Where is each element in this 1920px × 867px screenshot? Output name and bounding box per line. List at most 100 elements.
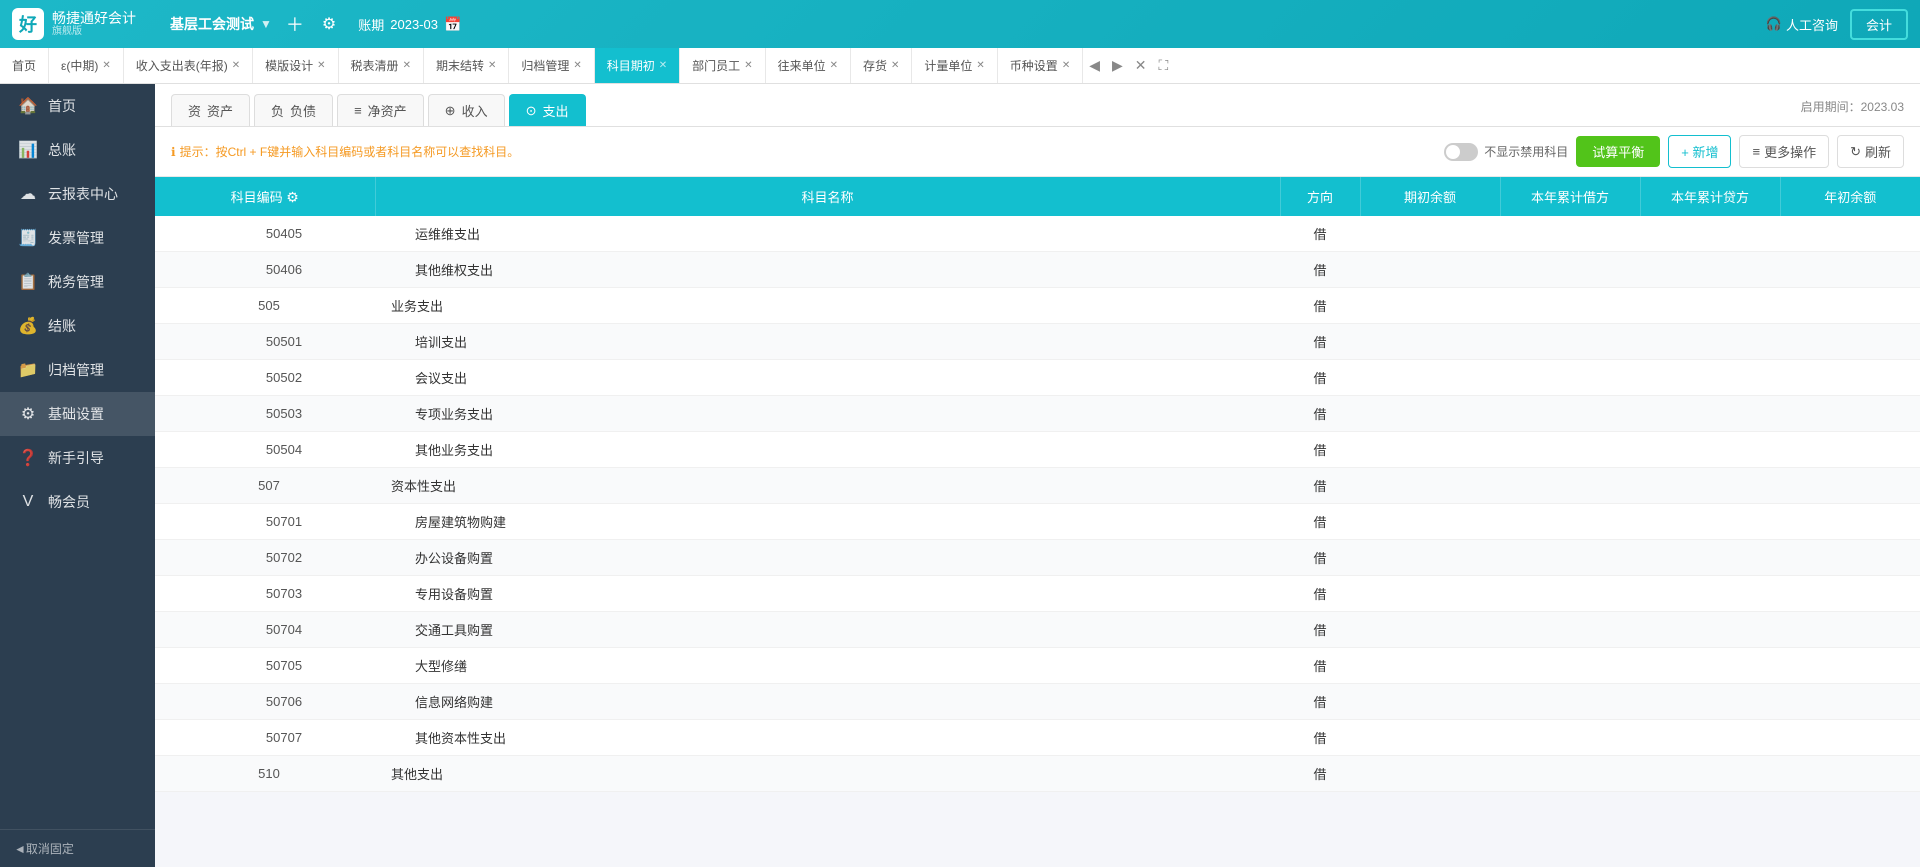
close-icon[interactable]: ✕ (830, 60, 838, 71)
table-row[interactable]: 50702办公设备购置借 (155, 540, 1920, 576)
close-icon[interactable]: ✕ (976, 60, 984, 71)
toggle-track[interactable] (1444, 143, 1478, 161)
more-operations-button[interactable]: ≡ 更多操作 (1739, 135, 1829, 168)
sub-tab-bar: 资 资产 负 负债 ≡ 净资产 ⊕ 收入 ⊙ 支出 启用期间：2023.03 (155, 84, 1920, 127)
close-icon[interactable]: ✕ (744, 60, 752, 71)
sidebar-item-basic-settings[interactable]: ⚙ 基础设置 (0, 392, 155, 436)
tab-period-end-transfer[interactable]: 期末结转 ✕ (424, 48, 509, 83)
add-button[interactable]: + 新增 (1668, 135, 1731, 168)
close-icon[interactable]: ✕ (1062, 60, 1070, 71)
header-year-opening-balance: 年初余额 (1780, 177, 1920, 216)
period-display: 启用期间：2023.03 (1801, 98, 1904, 123)
tab-inventory[interactable]: 存货 ✕ (851, 48, 912, 83)
tab-home[interactable]: 首页 (0, 48, 49, 83)
cell-year-opening-balance (1780, 540, 1920, 576)
calendar-icon[interactable]: 📅 (444, 16, 461, 33)
customer-service-button[interactable]: 🎧 人工咨询 (1766, 15, 1838, 34)
sidebar-item-tax-management[interactable]: 📋 税务管理 (0, 260, 155, 304)
table-row[interactable]: 50706信息网络购建借 (155, 684, 1920, 720)
sub-tab-income[interactable]: ⊕ 收入 (428, 94, 505, 126)
close-icon[interactable]: ✕ (317, 60, 325, 71)
sidebar-item-archive[interactable]: 📁 归档管理 (0, 348, 155, 392)
table-row[interactable]: 50705大型修缮借 (155, 648, 1920, 684)
company-dropdown-icon[interactable]: ▼ (260, 17, 272, 31)
cell-year-opening-balance (1780, 360, 1920, 396)
tab-business-partners[interactable]: 往来单位 ✕ (766, 48, 851, 83)
table-row[interactable]: 50406其他维权支出借 (155, 252, 1920, 288)
cell-opening-balance (1360, 504, 1500, 540)
table-row[interactable]: 50405运维维支出借 (155, 216, 1920, 252)
cell-ytd-debit (1500, 468, 1640, 504)
tab-expand[interactable]: ⛶ (1153, 48, 1175, 83)
cell-direction: 借 (1280, 504, 1360, 540)
tab-midterm[interactable]: ε(中期) ✕ (49, 48, 124, 83)
close-icon[interactable]: ✕ (102, 60, 110, 71)
sidebar-toggle-pin[interactable]: ◄取消固定 (0, 829, 155, 867)
sidebar-item-member[interactable]: V 畅会员 (0, 480, 155, 524)
cell-name: 专用设备购置 (375, 576, 1280, 612)
table-row[interactable]: 507资本性支出借 (155, 468, 1920, 504)
cell-code: 505 (155, 288, 375, 324)
table-container[interactable]: 科目编码 ⚙ 科目名称 方向 期初余额 本年累计借方 本年累计贷方 年初余额 5… (155, 177, 1920, 867)
tab-archive-management[interactable]: 归档管理 ✕ (509, 48, 594, 83)
tab-unit-of-measure[interactable]: 计量单位 ✕ (912, 48, 997, 83)
sub-tab-expenditure[interactable]: ⊙ 支出 (509, 94, 586, 126)
close-icon[interactable]: ✕ (232, 60, 240, 71)
cell-ytd-credit (1640, 288, 1780, 324)
tab-subject-opening[interactable]: 科目期初 ✕ (595, 48, 680, 83)
sub-tab-assets[interactable]: 资 资产 (171, 94, 250, 126)
table-row[interactable]: 50501培训支出借 (155, 324, 1920, 360)
tab-currency-settings[interactable]: 币种设置 ✕ (998, 48, 1083, 83)
tab-tax-register[interactable]: 税表清册 ✕ (339, 48, 424, 83)
close-icon[interactable]: ✕ (573, 60, 581, 71)
table-row[interactable]: 50704交通工具购置借 (155, 612, 1920, 648)
sub-tab-liabilities[interactable]: 负 负债 (254, 94, 333, 126)
table-row[interactable]: 50707其他资本性支出借 (155, 720, 1920, 756)
table-row[interactable]: 50502会议支出借 (155, 360, 1920, 396)
tab-label: 币种设置 (1010, 57, 1058, 74)
cell-year-opening-balance (1780, 432, 1920, 468)
balance-button[interactable]: 试算平衡 (1576, 136, 1660, 167)
refresh-button[interactable]: ↻ 刷新 (1837, 135, 1904, 168)
table-row[interactable]: 50504其他业务支出借 (155, 432, 1920, 468)
sidebar-item-general-ledger[interactable]: 📊 总账 (0, 128, 155, 172)
cell-name: 其他资本性支出 (375, 720, 1280, 756)
cell-year-opening-balance (1780, 288, 1920, 324)
tab-nav-right[interactable]: ▶ (1106, 48, 1129, 83)
sub-tab-net-assets[interactable]: ≡ 净资产 (337, 94, 424, 126)
cell-ytd-debit (1500, 612, 1640, 648)
settings-icon[interactable]: ⚙ (318, 14, 340, 34)
add-company-button[interactable]: ＋ (282, 11, 308, 37)
cell-opening-balance (1360, 576, 1500, 612)
cell-direction: 借 (1280, 432, 1360, 468)
tab-nav-left[interactable]: ◀ (1083, 48, 1106, 83)
company-name[interactable]: 基层工会测试 ▼ (170, 14, 272, 34)
sidebar-item-home[interactable]: 🏠 首页 (0, 84, 155, 128)
table-row[interactable]: 50503专项业务支出借 (155, 396, 1920, 432)
tab-department-staff[interactable]: 部门员工 ✕ (680, 48, 765, 83)
table-row[interactable]: 510其他支出借 (155, 756, 1920, 792)
close-icon[interactable]: ✕ (659, 60, 667, 71)
income-icon: ⊕ (445, 103, 456, 119)
refresh-icon: ↻ (1850, 144, 1861, 160)
tab-template-design[interactable]: 模版设计 ✕ (253, 48, 338, 83)
table-row[interactable]: 505业务支出借 (155, 288, 1920, 324)
tab-close-all[interactable]: ✕ (1129, 48, 1153, 83)
info-icon: ℹ (171, 145, 176, 159)
cell-name: 房屋建筑物购建 (375, 504, 1280, 540)
close-icon[interactable]: ✕ (488, 60, 496, 71)
tab-label: 部门员工 (692, 57, 740, 74)
account-button[interactable]: 会计 (1850, 9, 1908, 40)
sidebar-item-settlement[interactable]: 💰 结账 (0, 304, 155, 348)
close-icon[interactable]: ✕ (403, 60, 411, 71)
column-settings-icon[interactable]: ⚙ (286, 189, 299, 205)
tab-annual-report[interactable]: 收入支出表(年报) ✕ (124, 48, 253, 83)
sidebar-item-invoice-management[interactable]: 🧾 发票管理 (0, 216, 155, 260)
disable-toggle[interactable]: 不显示禁用科目 (1444, 143, 1568, 161)
table-row[interactable]: 50703专用设备购置借 (155, 576, 1920, 612)
sidebar-item-newbie-guide[interactable]: ❓ 新手引导 (0, 436, 155, 480)
sidebar-item-cloud-reports[interactable]: ☁ 云报表中心 (0, 172, 155, 216)
close-icon[interactable]: ✕ (891, 60, 899, 71)
table-row[interactable]: 50701房屋建筑物购建借 (155, 504, 1920, 540)
cell-direction: 借 (1280, 360, 1360, 396)
